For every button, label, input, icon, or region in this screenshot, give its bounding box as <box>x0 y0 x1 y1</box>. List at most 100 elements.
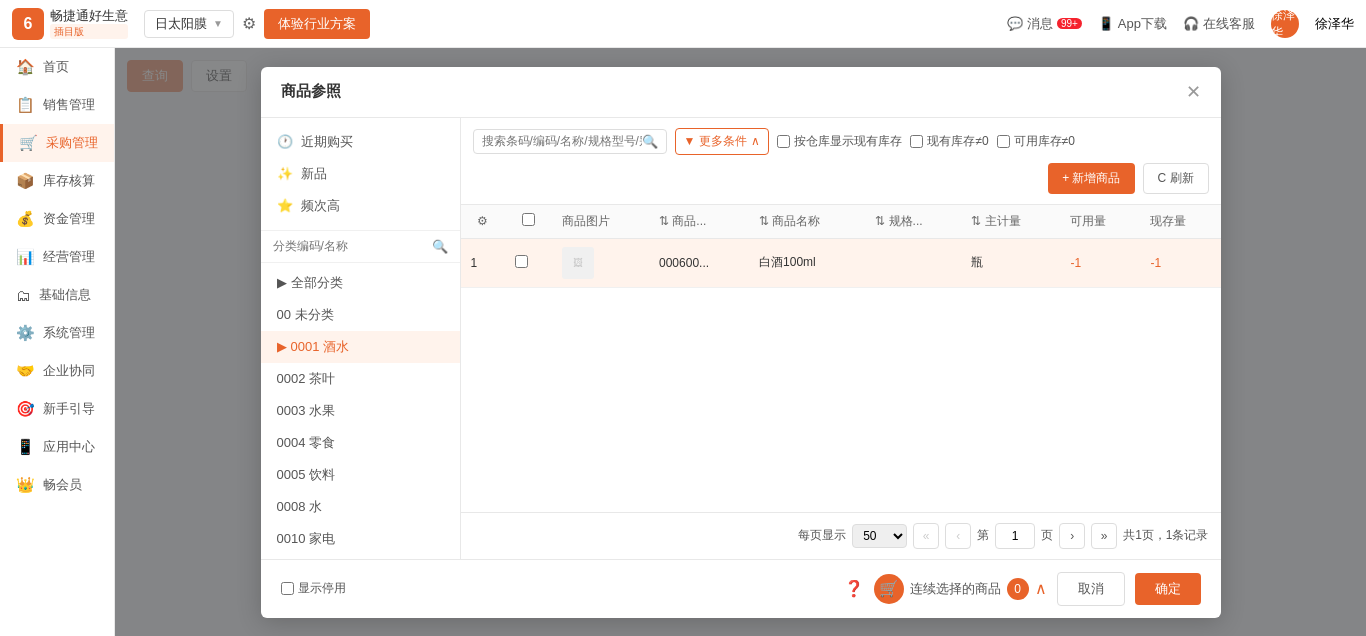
show-disabled-option[interactable]: 显示停用 <box>281 580 346 597</box>
finance-icon: 💰 <box>16 210 35 228</box>
filter-btn-label: 更多条件 <box>699 133 747 150</box>
cancel-button[interactable]: 取消 <box>1057 572 1125 606</box>
per-page-select[interactable]: 50 100 200 <box>852 524 907 548</box>
sidebar-label-basic-info: 基础信息 <box>39 286 91 304</box>
show-disabled-checkbox[interactable] <box>281 582 294 595</box>
sidebar-item-apps[interactable]: 📱 应用中心 <box>0 428 114 466</box>
next-page-btn[interactable]: › <box>1059 523 1085 549</box>
message-icon: 💬 <box>1007 16 1023 31</box>
category-search-icon[interactable]: 🔍 <box>432 239 448 254</box>
sidebar-item-system[interactable]: ⚙️ 系统管理 <box>0 314 114 352</box>
sidebar-item-basic-info[interactable]: 🗂 基础信息 <box>0 276 114 314</box>
sidebar-item-home[interactable]: 🏠 首页 <box>0 48 114 86</box>
category-snacks[interactable]: 0004 零食 <box>261 427 460 459</box>
app-download-item[interactable]: 📱 App下载 <box>1098 15 1167 33</box>
inventory-icon: 📦 <box>16 172 35 190</box>
category-00-label: 00 未分类 <box>277 306 334 324</box>
toolbar-right-actions: + 新增商品 C 刷新 <box>1048 163 1208 194</box>
sidebar-label-members: 畅会员 <box>43 476 82 494</box>
product-reference-modal: 商品参照 ✕ 🕐 近期购买 ✨ <box>261 67 1221 618</box>
select-all-checkbox[interactable] <box>522 213 535 226</box>
quick-link-new[interactable]: ✨ 新品 <box>261 158 460 190</box>
user-name: 徐泽华 <box>1315 15 1354 33</box>
stock-nonzero-checkbox[interactable] <box>910 135 923 148</box>
modal-title: 商品参照 <box>281 82 341 101</box>
category-uncategorized[interactable]: 00 未分类 <box>261 299 460 331</box>
messages-nav-item[interactable]: 💬 消息 99+ <box>1007 15 1082 33</box>
category-search-area: 🔍 <box>261 231 460 263</box>
gear-icon[interactable]: ⚙ <box>242 14 256 33</box>
category-tea[interactable]: 0002 茶叶 <box>261 363 460 395</box>
sidebar-item-sales[interactable]: 📋 销售管理 <box>0 86 114 124</box>
row-stock-cell: -1 <box>1140 238 1220 287</box>
modal-toolbar: 🔍 ▼ 更多条件 ∧ 按仓库显示现有库存 <box>461 118 1221 205</box>
quick-link-recent-label: 近期购买 <box>301 133 353 151</box>
modal-overlay: 商品参照 ✕ 🕐 近期购买 ✨ <box>115 48 1366 636</box>
sidebar-item-guide[interactable]: 🎯 新手引导 <box>0 390 114 428</box>
col-unit-header: ⇅ 主计量 <box>961 205 1060 239</box>
category-search-input[interactable] <box>273 239 426 253</box>
collapse-cart-icon[interactable]: ∧ <box>1035 579 1047 598</box>
sidebar-label-finance: 资金管理 <box>43 210 95 228</box>
online-service-item[interactable]: 🎧 在线客服 <box>1183 15 1255 33</box>
online-service-label: 在线客服 <box>1203 15 1255 33</box>
refresh-button[interactable]: C 刷新 <box>1143 163 1209 194</box>
arrow-right-active-icon: ▶ <box>277 339 287 354</box>
company-selector[interactable]: 日太阳膜 ▼ <box>144 10 234 38</box>
apps-icon: 📱 <box>16 438 35 456</box>
category-wine[interactable]: ▶ 0001 酒水 <box>261 331 460 363</box>
first-page-btn[interactable]: « <box>913 523 939 549</box>
sidebar-item-members[interactable]: 👑 畅会员 <box>0 466 114 504</box>
confirm-button[interactable]: 确定 <box>1135 573 1201 605</box>
more-filters-btn[interactable]: ▼ 更多条件 ∧ <box>675 128 770 155</box>
last-page-btn[interactable]: » <box>1091 523 1117 549</box>
product-search-icon[interactable]: 🔍 <box>642 134 658 149</box>
basic-info-icon: 🗂 <box>16 287 31 304</box>
category-water[interactable]: 0008 水 <box>261 491 460 523</box>
category-drinks[interactable]: 0005 饮料 <box>261 459 460 491</box>
prev-page-btn[interactable]: ‹ <box>945 523 971 549</box>
guide-icon: 🎯 <box>16 400 35 418</box>
sidebar-item-finance[interactable]: 💰 资金管理 <box>0 200 114 238</box>
product-table: ⚙ 商品图片 ⇅ 商品... <box>461 205 1221 288</box>
table-row[interactable]: 1 🖼 000600... 白酒100ml <box>461 238 1221 287</box>
row-checkbox[interactable] <box>515 255 528 268</box>
category-appliances[interactable]: 0010 家电 <box>261 523 460 555</box>
sidebar-item-operations[interactable]: 📊 经营管理 <box>0 238 114 276</box>
quick-link-frequent[interactable]: ⭐ 频次高 <box>261 190 460 222</box>
category-0002-label: 0002 茶叶 <box>277 370 336 388</box>
category-all[interactable]: ▶ 全部分类 <box>261 267 460 299</box>
home-icon: 🏠 <box>16 58 35 76</box>
avatar[interactable]: 徐泽华 <box>1271 10 1299 38</box>
help-icon[interactable]: ❓ <box>844 579 864 598</box>
app-download-label: App下载 <box>1118 15 1167 33</box>
category-fruit[interactable]: 0003 水果 <box>261 395 460 427</box>
experience-btn[interactable]: 体验行业方案 <box>264 9 370 39</box>
stock-nonzero-filter[interactable]: 现有库存≠0 <box>910 133 988 150</box>
add-product-button[interactable]: + 新增商品 <box>1048 163 1134 194</box>
modal-close-button[interactable]: ✕ <box>1186 81 1201 103</box>
sidebar-item-purchase[interactable]: 🛒 采购管理 <box>0 124 114 162</box>
col-stock-header: 现存量 <box>1140 205 1220 239</box>
sidebar-item-collaboration[interactable]: 🤝 企业协同 <box>0 352 114 390</box>
warehouse-checkbox[interactable] <box>777 135 790 148</box>
modal-right-panel: 🔍 ▼ 更多条件 ∧ 按仓库显示现有库存 <box>461 118 1221 559</box>
main-content: 查询 设置 商品参照 ✕ 🕐 <box>115 48 1366 636</box>
quick-link-recent[interactable]: 🕐 近期购买 <box>261 126 460 158</box>
available-nonzero-filter[interactable]: 可用库存≠0 <box>997 133 1075 150</box>
page-number-input[interactable] <box>995 523 1035 549</box>
col-settings-header[interactable]: ⚙ <box>461 205 505 239</box>
category-0003-label: 0003 水果 <box>277 402 336 420</box>
cart-icon[interactable]: 🛒 <box>874 574 904 604</box>
sidebar-label-apps: 应用中心 <box>43 438 95 456</box>
main-layout: 🏠 首页 📋 销售管理 🛒 采购管理 📦 库存核算 💰 资金管理 📊 经营管理 … <box>0 48 1366 636</box>
sidebar-label-operations: 经营管理 <box>43 248 95 266</box>
row-code-cell: 000600... <box>649 238 749 287</box>
product-search-input[interactable] <box>482 134 642 148</box>
cart-label: 连续选择的商品 <box>910 580 1001 598</box>
settings-icon[interactable]: ⚙ <box>477 214 488 228</box>
row-name-cell: 白酒100ml <box>749 238 865 287</box>
warehouse-filter[interactable]: 按仓库显示现有库存 <box>777 133 902 150</box>
sidebar-item-inventory[interactable]: 📦 库存核算 <box>0 162 114 200</box>
available-nonzero-checkbox[interactable] <box>997 135 1010 148</box>
